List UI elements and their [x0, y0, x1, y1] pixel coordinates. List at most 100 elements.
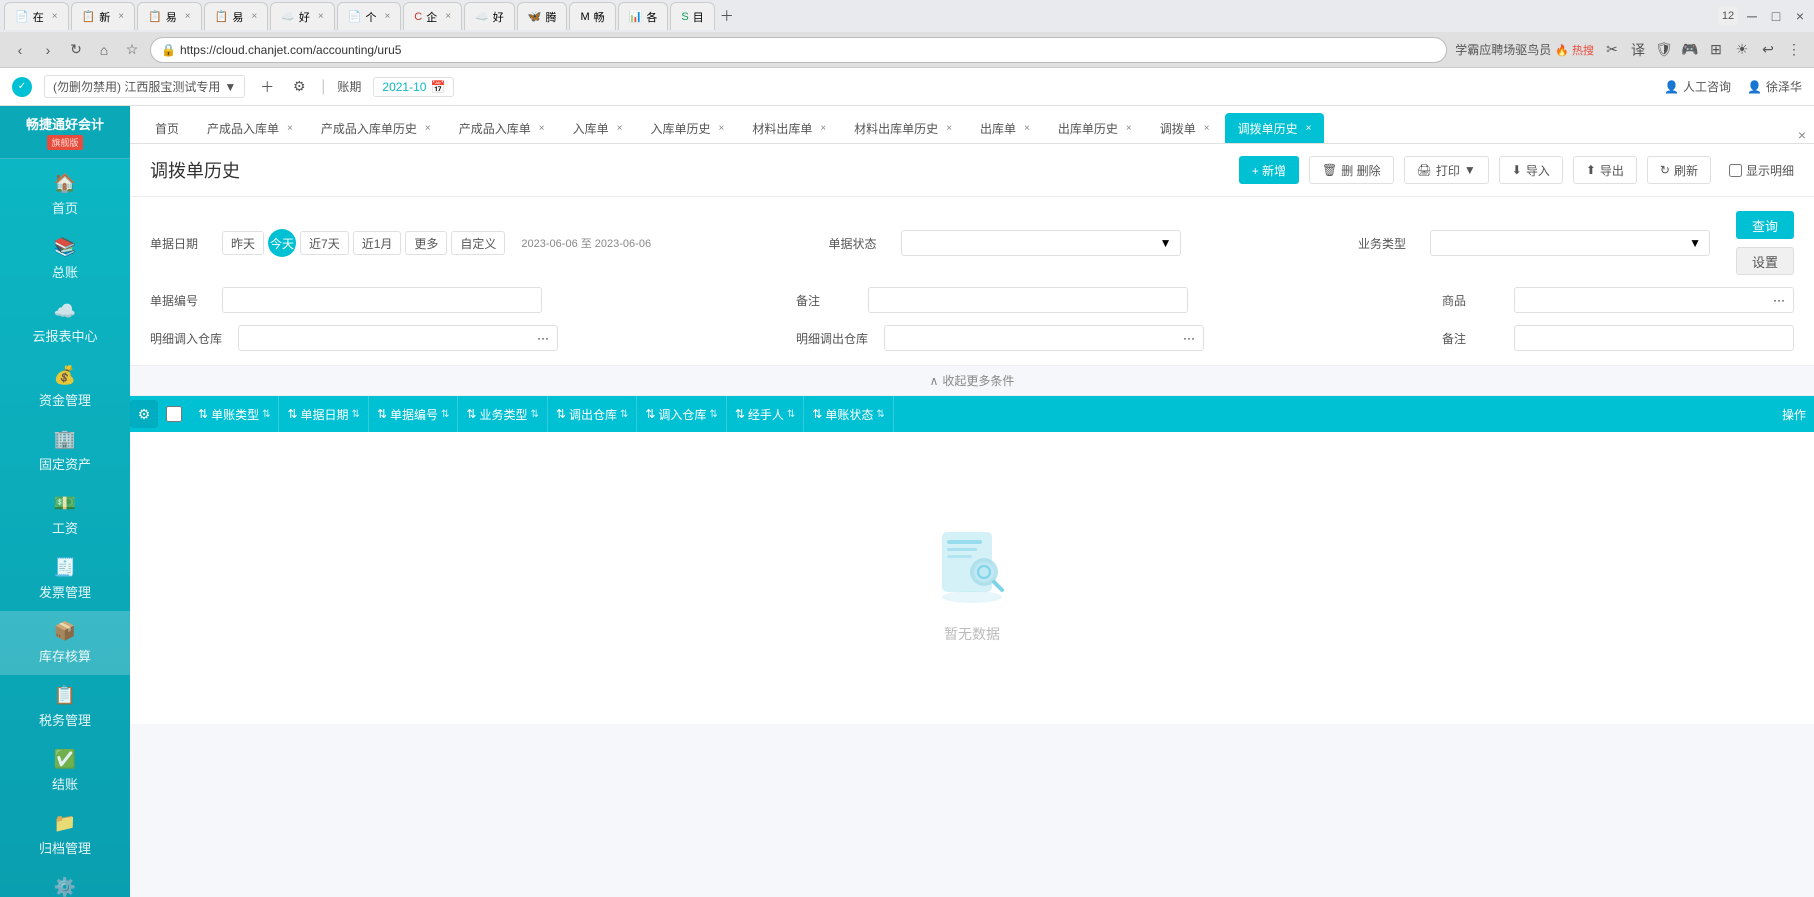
browser-tab-5[interactable]: ☁️好× [270, 2, 335, 30]
menu-btn[interactable]: ⋮ [1784, 40, 1804, 60]
col-docdate[interactable]: ⇅ 单据日期 ⇅ [279, 396, 368, 432]
sidebar-item-payroll[interactable]: 💵 工资 [0, 483, 130, 547]
sidebar-item-close[interactable]: ✅ 结账 [0, 739, 130, 803]
bookmark-btn[interactable]: ☆ [122, 40, 142, 60]
tab-transfer[interactable]: 调拨单 × [1147, 113, 1223, 143]
browser-tab-9[interactable]: 🦋腾 [517, 2, 568, 30]
reload-btn[interactable]: ↻ [66, 40, 86, 60]
browser-tab-1[interactable]: 📄在× [4, 2, 69, 30]
tab-inbound-history[interactable]: 入库单历史 × [637, 113, 737, 143]
period-picker[interactable]: 2021-10 📅 [373, 77, 454, 97]
tab-material-outbound[interactable]: 材料出库单 × [739, 113, 839, 143]
tab-inbound-close[interactable]: × [617, 123, 623, 134]
tab-transfer-close[interactable]: × [1204, 123, 1210, 134]
collapse-btn[interactable]: ∧ 收起更多条件 [930, 372, 1015, 389]
forward-btn[interactable]: › [38, 40, 58, 60]
sidebar-item-inventory[interactable]: 📦 库存核算 [0, 611, 130, 675]
scissors-icon[interactable]: ✂ [1602, 40, 1622, 60]
outwarehouse-select[interactable]: ··· [884, 325, 1204, 351]
close-btn[interactable]: × [1790, 6, 1810, 26]
browser-tab-8[interactable]: ☁️好 [464, 2, 515, 30]
refresh-btn[interactable]: ↻ 刷新 [1647, 156, 1711, 184]
tab-inbound-history-close[interactable]: × [718, 123, 724, 134]
col-biztype[interactable]: ⇅ 业务类型 ⇅ [458, 396, 547, 432]
col-docno[interactable]: ⇅ 单据编号 ⇅ [369, 396, 458, 432]
tab-material-outbound-close[interactable]: × [820, 123, 826, 134]
tab-outbound-close[interactable]: × [1024, 123, 1030, 134]
query-btn[interactable]: 查询 [1736, 211, 1794, 239]
shield-icon[interactable]: 🛡 [1654, 40, 1674, 60]
sidebar-item-archive[interactable]: 📁 归档管理 [0, 803, 130, 867]
new-tab-btn[interactable]: ＋ [717, 6, 737, 26]
tab-product-inbound2[interactable]: 产成品入库单 × [446, 113, 558, 143]
print-btn[interactable]: 🖨 打印 ▼ [1404, 156, 1489, 184]
tab-outbound-history-close[interactable]: × [1126, 123, 1132, 134]
help-btn[interactable]: 👤 人工咨询 [1664, 78, 1731, 95]
sidebar-item-reports[interactable]: ☁️ 云报表中心 [0, 291, 130, 355]
brightness-icon[interactable]: ☀ [1732, 40, 1752, 60]
col-doctype[interactable]: ⇅ 单账类型 ⇅ [190, 396, 279, 432]
browser-tab-7[interactable]: C企× [403, 2, 462, 30]
browser-tab-12[interactable]: S目 [670, 2, 714, 30]
col-handler[interactable]: ⇅ 经手人 ⇅ [727, 396, 804, 432]
custom-btn[interactable]: 自定义 [451, 231, 505, 255]
last1month-btn[interactable]: 近1月 [353, 231, 402, 255]
docno-input[interactable] [222, 287, 542, 313]
maximize-btn[interactable]: □ [1766, 6, 1786, 26]
sidebar-item-tax[interactable]: 📋 税务管理 [0, 675, 130, 739]
tab-product-inbound-history-close[interactable]: × [425, 123, 431, 134]
sidebar-item-invoice[interactable]: 🧾 发票管理 [0, 547, 130, 611]
browser-tab-4[interactable]: 📋易× [204, 2, 269, 30]
settings-icon[interactable]: ⚙ [289, 77, 309, 97]
sidebar-item-settings[interactable]: ⚙️ 基础设置 [0, 867, 130, 897]
tab-transfer-history[interactable]: 调拨单历史 × [1225, 113, 1325, 143]
tab-inbound[interactable]: 入库单 × [560, 113, 636, 143]
goods-select[interactable]: ··· [1514, 287, 1794, 313]
sidebar-item-funds[interactable]: 💰 资金管理 [0, 355, 130, 419]
biztype-select[interactable]: ▼ [1430, 230, 1710, 256]
url-input[interactable]: 🔒 https://cloud.chanjet.com/accounting/u… [150, 37, 1447, 63]
last7days-btn[interactable]: 近7天 [300, 231, 349, 255]
home-btn[interactable]: ⌂ [94, 40, 114, 60]
browser-tab-2[interactable]: 📋新× [71, 2, 136, 30]
user-btn[interactable]: 👤 徐泽华 [1747, 78, 1802, 95]
delete-btn[interactable]: 🗑 删 删除 [1309, 156, 1394, 184]
back-btn[interactable]: ‹ [10, 40, 30, 60]
company-selector[interactable]: (勿删勿禁用) 江西服宝测试专用 ▼ [44, 75, 245, 98]
col-docstatus[interactable]: ⇅ 单账状态 ⇅ [804, 396, 893, 432]
add-company-btn[interactable]: ＋ [257, 77, 277, 97]
col-inwarehouse[interactable]: ⇅ 调入仓库 ⇅ [637, 396, 726, 432]
export-btn[interactable]: ⬆ 导出 [1573, 156, 1637, 184]
inwarehouse-select[interactable]: ··· [238, 325, 558, 351]
game-icon[interactable]: 🎮 [1680, 40, 1700, 60]
settings-filter-btn[interactable]: 设置 [1736, 247, 1794, 275]
translate-icon[interactable]: 译 [1628, 40, 1648, 60]
tab-count-btn[interactable]: 12 [1718, 6, 1738, 26]
tab-material-outbound-history-close[interactable]: × [946, 123, 952, 134]
more-btn[interactable]: 更多 [405, 231, 447, 255]
browser-tab-10[interactable]: M畅 [569, 2, 615, 30]
tab-material-outbound-history[interactable]: 材料出库单历史 × [841, 113, 965, 143]
tab-product-inbound-close[interactable]: × [287, 123, 293, 134]
table-gear-btn[interactable]: ⚙ [130, 400, 158, 428]
col-outwarehouse[interactable]: ⇅ 调出仓库 ⇅ [548, 396, 637, 432]
tab-product-inbound2-close[interactable]: × [539, 123, 545, 134]
sidebar-item-assets[interactable]: 🏢 固定资产 [0, 419, 130, 483]
browser-tab-11[interactable]: 📊各 [618, 2, 669, 30]
grid-icon[interactable]: ⊞ [1706, 40, 1726, 60]
tab-transfer-history-close[interactable]: × [1306, 123, 1312, 134]
today-btn[interactable]: 今天 [268, 229, 296, 257]
display-detail-checkbox[interactable] [1729, 164, 1742, 177]
minimize-btn[interactable]: ─ [1742, 6, 1762, 26]
status-select[interactable]: ▼ [901, 230, 1181, 256]
browser-tab-6[interactable]: 📄个× [337, 2, 402, 30]
sidebar-item-home[interactable]: 🏠 首页 [0, 163, 130, 227]
history-icon[interactable]: ↩ [1758, 40, 1778, 60]
tab-outbound-history[interactable]: 出库单历史 × [1045, 113, 1145, 143]
tab-home[interactable]: 首页 [142, 113, 192, 143]
tab-product-inbound-history[interactable]: 产成品入库单历史 × [308, 113, 444, 143]
remark-input[interactable] [868, 287, 1188, 313]
select-all-checkbox[interactable] [166, 406, 182, 422]
remarks2-input[interactable] [1514, 325, 1794, 351]
tab-product-inbound[interactable]: 产成品入库单 × [194, 113, 306, 143]
